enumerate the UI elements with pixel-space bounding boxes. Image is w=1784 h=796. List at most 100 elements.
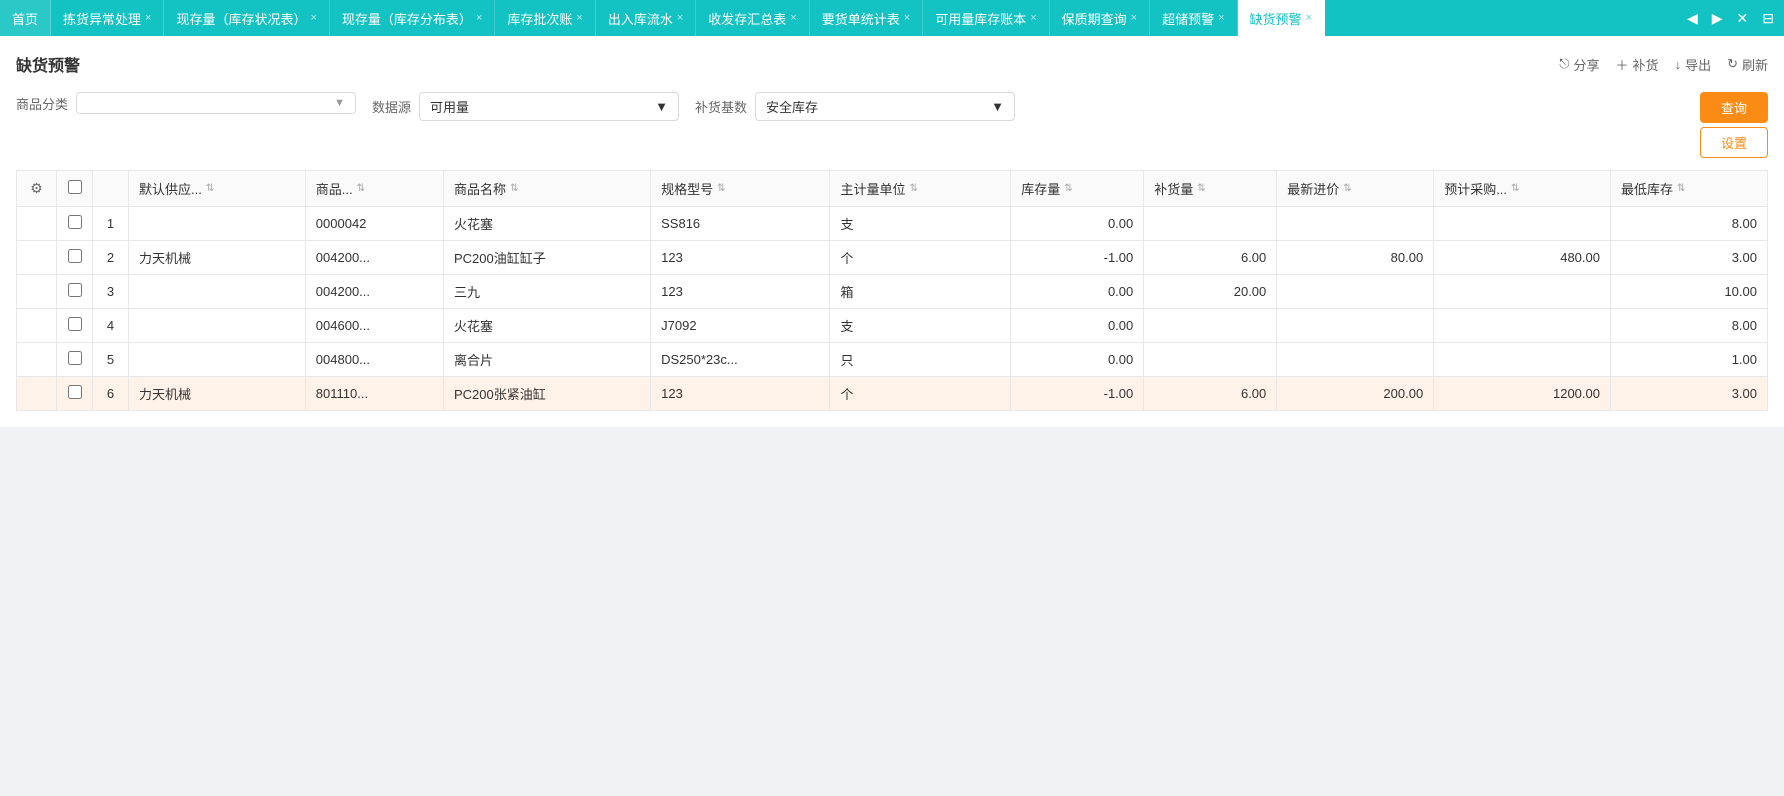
th-stock[interactable]: 库存量⇅ (1011, 171, 1144, 207)
select-all-checkbox[interactable] (68, 180, 82, 194)
nav-tab-label: 保质期查询 (1062, 9, 1127, 28)
nav-tab-close[interactable]: × (576, 12, 582, 24)
nav-close-current[interactable]: ✕ (1731, 8, 1755, 29)
th-gear[interactable]: ⚙ (17, 171, 57, 207)
nav-tab-3[interactable]: 现存量（库存分布表） × (330, 0, 495, 36)
row-est-purchase-cell (1434, 207, 1611, 241)
datasource-select[interactable]: 可用量 ▼ (419, 92, 679, 121)
refresh-button[interactable]: ↻ 刷新 (1727, 55, 1768, 74)
row-unit-cell: 个 (830, 241, 1011, 275)
row-checkbox[interactable] (68, 317, 82, 331)
th-code[interactable]: 商品...⇅ (305, 171, 443, 207)
th-est-purchase[interactable]: 预计采购...⇅ (1434, 171, 1611, 207)
row-est-purchase-cell (1434, 343, 1611, 377)
row-gear-cell (17, 241, 57, 275)
nav-tab-close[interactable]: × (904, 12, 910, 24)
row-gear-cell (17, 377, 57, 411)
row-unit-cell: 支 (830, 309, 1011, 343)
row-unit-cell: 只 (830, 343, 1011, 377)
row-num-cell: 3 (93, 275, 129, 309)
refresh-icon: ↻ (1727, 56, 1738, 72)
th-name[interactable]: 商品名称⇅ (443, 171, 650, 207)
row-replenish-cell: 20.00 (1144, 275, 1277, 309)
row-est-purchase-cell: 480.00 (1434, 241, 1611, 275)
row-spec-cell: DS250*23c... (651, 343, 830, 377)
page-title: 缺货预警 (16, 52, 80, 76)
nav-tab-0[interactable]: 首页 (0, 0, 51, 36)
row-checkbox[interactable] (68, 351, 82, 365)
category-select[interactable]: ▼ (76, 92, 356, 114)
nav-tab-close[interactable]: × (677, 12, 683, 24)
query-button[interactable]: 查询 (1700, 92, 1768, 123)
nav-tab-8[interactable]: 可用量库存账本 × (923, 0, 1049, 36)
nav-tab-2[interactable]: 现存量（库存状况表） × (164, 0, 329, 36)
nav-tab-6[interactable]: 收发存汇总表 × (696, 0, 809, 36)
replenish-button[interactable]: ＋ 补货 (1616, 55, 1659, 74)
row-gear-cell (17, 343, 57, 377)
nav-tab-9[interactable]: 保质期查询 × (1050, 0, 1150, 36)
nav-tab-label: 首页 (12, 9, 38, 28)
row-min-stock-cell: 8.00 (1610, 207, 1767, 241)
replenish-base-select[interactable]: 安全库存 ▼ (755, 92, 1015, 121)
nav-tab-close[interactable]: × (1306, 12, 1312, 24)
row-code-cell: 0000042 (305, 207, 443, 241)
export-button[interactable]: ↓ 导出 (1675, 55, 1712, 74)
row-name-cell: 三九 (443, 275, 650, 309)
nav-tab-close[interactable]: × (476, 12, 482, 24)
row-checkbox-cell (57, 275, 93, 309)
data-table: ⚙ 默认供应...⇅ 商品...⇅ 商品名称⇅ 规格型号⇅ (16, 170, 1768, 411)
nav-tab-label: 超储预警 (1162, 9, 1214, 28)
share-icon: ⎋ (1559, 56, 1569, 72)
row-gear-cell (17, 207, 57, 241)
row-checkbox-cell (57, 377, 93, 411)
replenish-base-label: 补货基数 (695, 97, 747, 116)
nav-tab-close[interactable]: × (310, 12, 316, 24)
row-stock-cell: -1.00 (1011, 377, 1144, 411)
nav-tab-label: 现存量（库存分布表） (342, 9, 472, 28)
nav-tab-10[interactable]: 超储预警 × (1150, 0, 1237, 36)
th-min-stock[interactable]: 最低库存⇅ (1610, 171, 1767, 207)
nav-tab-label: 要货单统计表 (822, 9, 900, 28)
row-name-cell: PC200油缸缸子 (443, 241, 650, 275)
share-button[interactable]: ⎋ 分享 (1559, 55, 1599, 74)
row-stock-cell: 0.00 (1011, 207, 1144, 241)
nav-tab-7[interactable]: 要货单统计表 × (810, 0, 923, 36)
row-checkbox[interactable] (68, 249, 82, 263)
row-latest-price-cell: 200.00 (1277, 377, 1434, 411)
row-checkbox[interactable] (68, 215, 82, 229)
nav-tab-11[interactable]: 缺货预警 × (1238, 0, 1325, 36)
table-row: 3 004200... 三九 123 箱 0.00 20.00 10.00 (17, 275, 1768, 309)
row-gear-cell (17, 309, 57, 343)
th-replenish[interactable]: 补货量⇅ (1144, 171, 1277, 207)
nav-close-all[interactable]: ⊟ (1756, 8, 1780, 29)
th-latest-price[interactable]: 最新进价⇅ (1277, 171, 1434, 207)
nav-tab-close[interactable]: × (790, 12, 796, 24)
row-name-cell: 火花塞 (443, 309, 650, 343)
nav-tab-4[interactable]: 库存批次账 × (495, 0, 595, 36)
row-name-cell: 离合片 (443, 343, 650, 377)
nav-tab-close[interactable]: × (1218, 12, 1224, 24)
row-checkbox[interactable] (68, 385, 82, 399)
replenish-base-arrow-icon: ▼ (991, 99, 1004, 114)
row-checkbox[interactable] (68, 283, 82, 297)
nav-tab-5[interactable]: 出入库流水 × (596, 0, 696, 36)
nav-next[interactable]: ▶ (1706, 8, 1729, 29)
nav-tab-close[interactable]: × (1131, 12, 1137, 24)
nav-tab-close[interactable]: × (1030, 12, 1036, 24)
category-filter-group: 商品分类 ▼ (16, 92, 356, 114)
nav-prev[interactable]: ◀ (1681, 8, 1704, 29)
nav-tab-close[interactable]: × (145, 12, 151, 24)
th-supplier[interactable]: 默认供应...⇅ (129, 171, 306, 207)
th-spec[interactable]: 规格型号⇅ (651, 171, 830, 207)
nav-tab-label: 拣货异常处理 (63, 9, 141, 28)
sort-latest-price-icon: ⇅ (1343, 183, 1351, 194)
th-unit[interactable]: 主计量单位⇅ (830, 171, 1011, 207)
sort-replenish-icon: ⇅ (1197, 183, 1205, 194)
nav-tab-1[interactable]: 拣货异常处理 × (51, 0, 164, 36)
row-checkbox-cell (57, 207, 93, 241)
page-header: 缺货预警 ⎋ 分享 ＋ 补货 ↓ 导出 ↻ 刷新 (16, 52, 1768, 76)
datasource-label: 数据源 (372, 97, 411, 116)
setting-button[interactable]: 设置 (1700, 127, 1768, 158)
top-nav: 首页拣货异常处理 ×现存量（库存状况表） ×现存量（库存分布表） ×库存批次账 … (0, 0, 1784, 36)
th-num (93, 171, 129, 207)
